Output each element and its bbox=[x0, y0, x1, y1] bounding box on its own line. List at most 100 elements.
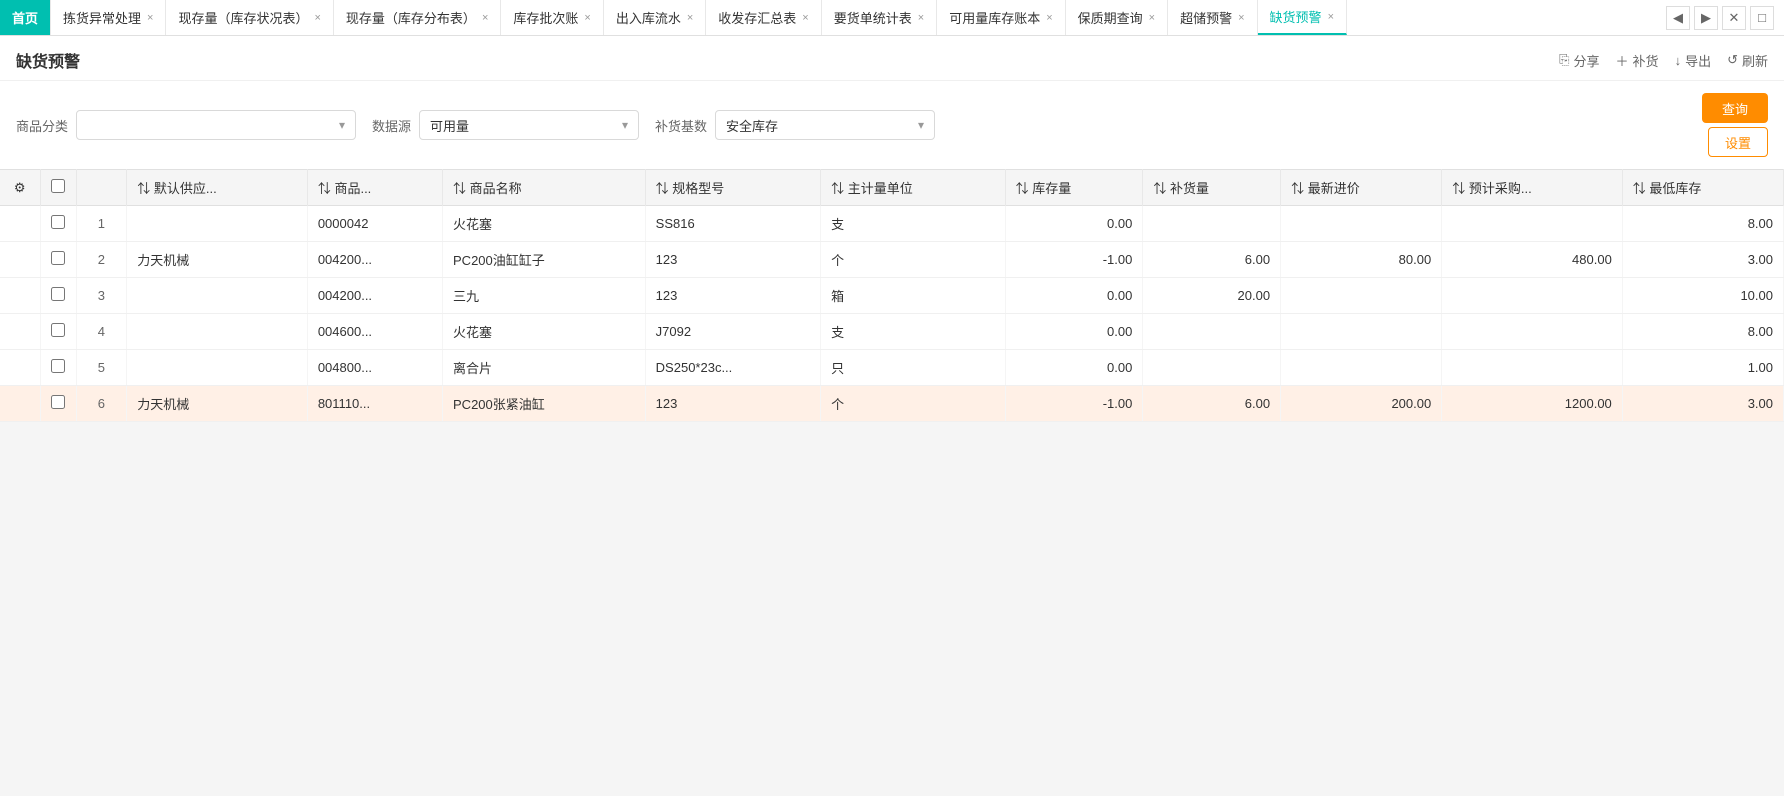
row-gear bbox=[0, 314, 40, 350]
table-row: 4004600...火花塞J7092支0.008.00 bbox=[0, 314, 1784, 350]
tab-close-icon[interactable]: × bbox=[802, 12, 808, 24]
page-content: 缺货预警 ⎘ 分享 ＋ 补货 ↓ 导出 ↺ 刷新 商品分类 bbox=[0, 36, 1784, 422]
tab------[interactable]: 出入库流水 × bbox=[604, 0, 706, 35]
tab-close-icon[interactable]: × bbox=[918, 12, 924, 24]
column-supplement[interactable]: ⇅ 补货量 bbox=[1143, 170, 1281, 206]
row-seq: 5 bbox=[76, 350, 127, 386]
row-unit: 支 bbox=[821, 314, 1005, 350]
tab-label: 首页 bbox=[12, 8, 38, 27]
row-latest-price bbox=[1281, 206, 1442, 242]
row-min-stock: 1.00 bbox=[1622, 350, 1783, 386]
tab-close-icon[interactable]: × bbox=[1149, 12, 1155, 24]
row-checkbox[interactable] bbox=[51, 395, 65, 409]
nav-close-button[interactable]: ✕ bbox=[1722, 6, 1746, 30]
refresh-action[interactable]: ↺ 刷新 bbox=[1727, 51, 1768, 70]
table-header-row: ⚙ ⇅ 默认供应... ⇅ 商品... ⇅ 商品名称 ⇅ 规格型号 ⇅ 主计量单… bbox=[0, 170, 1784, 206]
tab-------[interactable]: 拣货异常处理× bbox=[51, 0, 166, 35]
row-unit: 箱 bbox=[821, 278, 1005, 314]
column-spec[interactable]: ⇅ 规格型号 bbox=[645, 170, 820, 206]
column-stock[interactable]: ⇅ 库存量 bbox=[1005, 170, 1143, 206]
tab-------[interactable]: 要货单统计表 × bbox=[822, 0, 937, 35]
supplement-base-chevron-icon: ▾ bbox=[918, 118, 924, 132]
row-product-code: 801110... bbox=[307, 386, 442, 422]
tab-close-icon[interactable]: × bbox=[1328, 11, 1334, 23]
row-product-name: PC200张紧油缸 bbox=[443, 386, 646, 422]
row-checkbox[interactable] bbox=[51, 359, 65, 373]
row-checkbox[interactable] bbox=[51, 323, 65, 337]
tab-close-icon[interactable]: × bbox=[584, 12, 590, 24]
table-container: ⚙ ⇅ 默认供应... ⇅ 商品... ⇅ 商品名称 ⇅ 规格型号 ⇅ 主计量单… bbox=[0, 169, 1784, 422]
supplement-action[interactable]: ＋ 补货 bbox=[1616, 51, 1659, 70]
tab-------[interactable]: 收发存汇总表× bbox=[706, 0, 821, 35]
row-supplier bbox=[127, 350, 308, 386]
tab---[interactable]: 首页 bbox=[0, 0, 51, 35]
nav-maximize-button[interactable]: □ bbox=[1750, 6, 1774, 30]
datasource-select[interactable]: 可用量 ▾ bbox=[419, 110, 639, 140]
row-checkbox[interactable] bbox=[51, 215, 65, 229]
row-spec: J7092 bbox=[645, 314, 820, 350]
column-supplier[interactable]: ⇅ 默认供应... bbox=[127, 170, 308, 206]
row-supplement bbox=[1143, 350, 1281, 386]
row-unit: 个 bbox=[821, 386, 1005, 422]
tab-label: 要货单统计表 bbox=[834, 8, 912, 27]
column-product-name[interactable]: ⇅ 商品名称 bbox=[443, 170, 646, 206]
column-seq bbox=[76, 170, 127, 206]
column-latest-price[interactable]: ⇅ 最新进价 bbox=[1281, 170, 1442, 206]
tab-----[interactable]: 缺货预警× bbox=[1258, 0, 1347, 35]
tab------[interactable]: 保质期查询 × bbox=[1066, 0, 1168, 35]
tab-close-icon[interactable]: × bbox=[314, 12, 320, 24]
row-stock: 0.00 bbox=[1005, 206, 1143, 242]
row-unit: 只 bbox=[821, 350, 1005, 386]
column-gear[interactable]: ⚙ bbox=[0, 170, 40, 206]
tab-close-icon[interactable]: × bbox=[482, 12, 488, 24]
row-min-stock: 8.00 bbox=[1622, 206, 1783, 242]
row-product-code: 004200... bbox=[307, 278, 442, 314]
tab-close-icon[interactable]: × bbox=[687, 12, 693, 24]
export-action[interactable]: ↓ 导出 bbox=[1675, 51, 1712, 70]
row-checkbox[interactable] bbox=[51, 287, 65, 301]
tab-----------[interactable]: 现存量（库存分布表）× bbox=[334, 0, 501, 35]
supplement-base-select[interactable]: 安全库存 ▾ bbox=[715, 110, 935, 140]
tab-label: 保质期查询 bbox=[1078, 8, 1143, 27]
row-seq: 3 bbox=[76, 278, 127, 314]
row-checkbox-cell bbox=[40, 386, 76, 422]
column-estimated-purchase[interactable]: ⇅ 预计采购... bbox=[1442, 170, 1623, 206]
datasource-value: 可用量 bbox=[430, 116, 469, 135]
column-product-code[interactable]: ⇅ 商品... bbox=[307, 170, 442, 206]
query-button[interactable]: 查询 bbox=[1702, 93, 1768, 123]
tab-label: 出入库流水 bbox=[616, 8, 681, 27]
settings-button[interactable]: 设置 bbox=[1708, 127, 1768, 157]
tab-close-icon[interactable]: × bbox=[147, 12, 153, 24]
row-stock: 0.00 bbox=[1005, 314, 1143, 350]
row-checkbox[interactable] bbox=[51, 251, 65, 265]
tab-----[interactable]: 超储预警× bbox=[1168, 0, 1257, 35]
tab-close-icon[interactable]: × bbox=[1238, 12, 1244, 24]
share-icon: ⎘ bbox=[1559, 52, 1569, 68]
share-action[interactable]: ⎘ 分享 bbox=[1559, 51, 1599, 70]
category-select[interactable]: ▾ bbox=[76, 110, 356, 140]
row-stock: 0.00 bbox=[1005, 350, 1143, 386]
nav-prev-button[interactable]: ◀ bbox=[1666, 6, 1690, 30]
row-estimated-purchase bbox=[1442, 278, 1623, 314]
nav-next-button[interactable]: ▶ bbox=[1694, 6, 1718, 30]
select-all-checkbox[interactable] bbox=[51, 179, 65, 193]
column-select-all[interactable] bbox=[40, 170, 76, 206]
row-spec: SS816 bbox=[645, 206, 820, 242]
tab------[interactable]: 库存批次账 × bbox=[501, 0, 603, 35]
tab-label: 库存批次账 bbox=[513, 8, 578, 27]
row-estimated-purchase: 480.00 bbox=[1442, 242, 1623, 278]
supplement-base-value: 安全库存 bbox=[726, 116, 778, 135]
row-min-stock: 3.00 bbox=[1622, 386, 1783, 422]
tab--------[interactable]: 可用量库存账本× bbox=[937, 0, 1065, 35]
row-latest-price bbox=[1281, 278, 1442, 314]
tab-----------[interactable]: 现存量（库存状况表）× bbox=[166, 0, 333, 35]
column-min-stock[interactable]: ⇅ 最低库存 bbox=[1622, 170, 1783, 206]
refresh-icon: ↺ bbox=[1727, 52, 1738, 68]
row-seq: 2 bbox=[76, 242, 127, 278]
row-estimated-purchase bbox=[1442, 206, 1623, 242]
row-stock: -1.00 bbox=[1005, 242, 1143, 278]
datasource-filter-group: 数据源 可用量 ▾ bbox=[372, 110, 639, 140]
tab-close-icon[interactable]: × bbox=[1046, 12, 1052, 24]
column-unit[interactable]: ⇅ 主计量单位 bbox=[821, 170, 1005, 206]
row-checkbox-cell bbox=[40, 206, 76, 242]
